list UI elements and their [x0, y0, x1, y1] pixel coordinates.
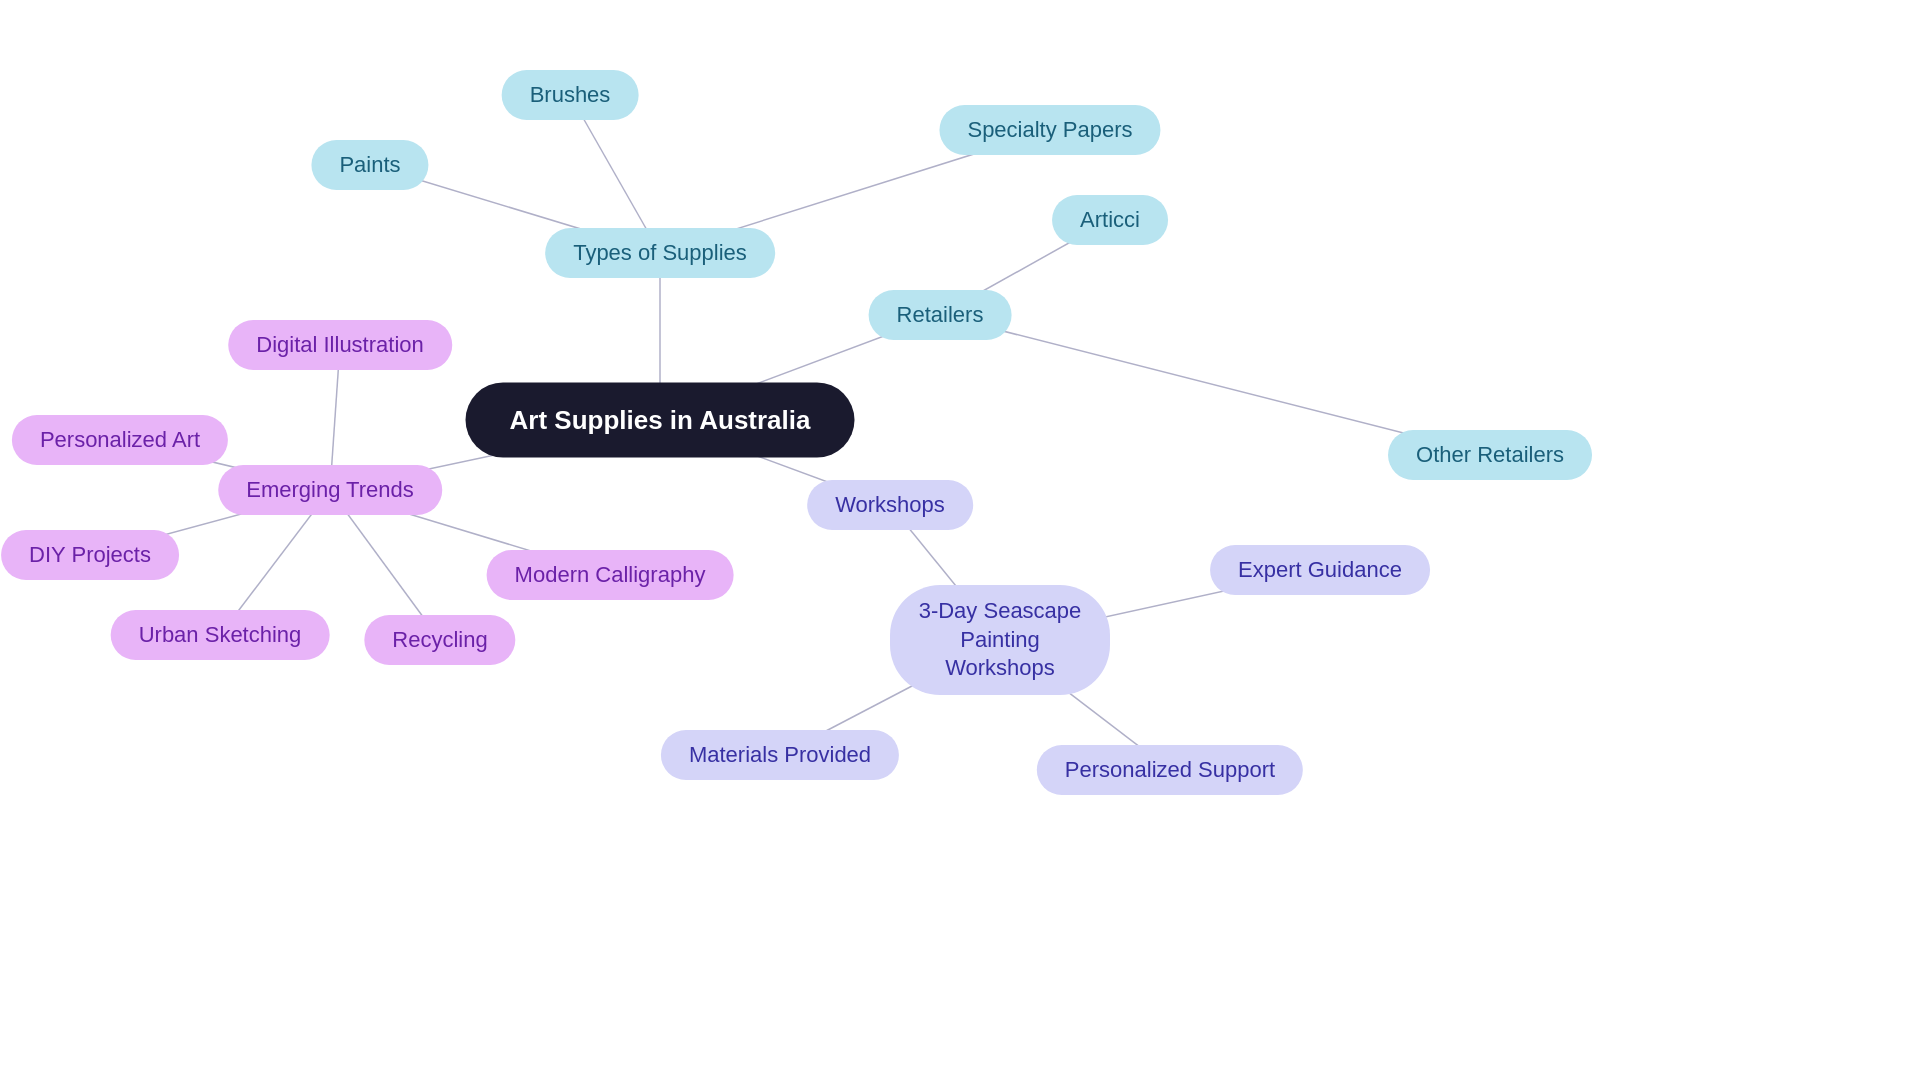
other-retailers-node[interactable]: Other Retailers: [1388, 430, 1592, 480]
urban-sketching-node[interactable]: Urban Sketching: [111, 610, 330, 660]
recycling-node[interactable]: Recycling: [364, 615, 515, 665]
articci-node[interactable]: Articci: [1052, 195, 1168, 245]
brushes-node[interactable]: Brushes: [502, 70, 639, 120]
3day-seascape-node[interactable]: 3-Day Seascape Painting Workshops: [890, 585, 1110, 695]
materials-provided-node[interactable]: Materials Provided: [661, 730, 899, 780]
retailers-node[interactable]: Retailers: [869, 290, 1012, 340]
diy-projects-node[interactable]: DIY Projects: [1, 530, 179, 580]
personalized-support-node[interactable]: Personalized Support: [1037, 745, 1303, 795]
center-node[interactable]: Art Supplies in Australia: [466, 383, 855, 458]
specialty-papers-node[interactable]: Specialty Papers: [939, 105, 1160, 155]
expert-guidance-node[interactable]: Expert Guidance: [1210, 545, 1430, 595]
workshops-node[interactable]: Workshops: [807, 480, 973, 530]
types-of-supplies-node[interactable]: Types of Supplies: [545, 228, 775, 278]
personalized-art-node[interactable]: Personalized Art: [12, 415, 228, 465]
digital-illustration-node[interactable]: Digital Illustration: [228, 320, 452, 370]
modern-calligraphy-node[interactable]: Modern Calligraphy: [487, 550, 734, 600]
paints-node[interactable]: Paints: [311, 140, 428, 190]
emerging-trends-node[interactable]: Emerging Trends: [218, 465, 442, 515]
